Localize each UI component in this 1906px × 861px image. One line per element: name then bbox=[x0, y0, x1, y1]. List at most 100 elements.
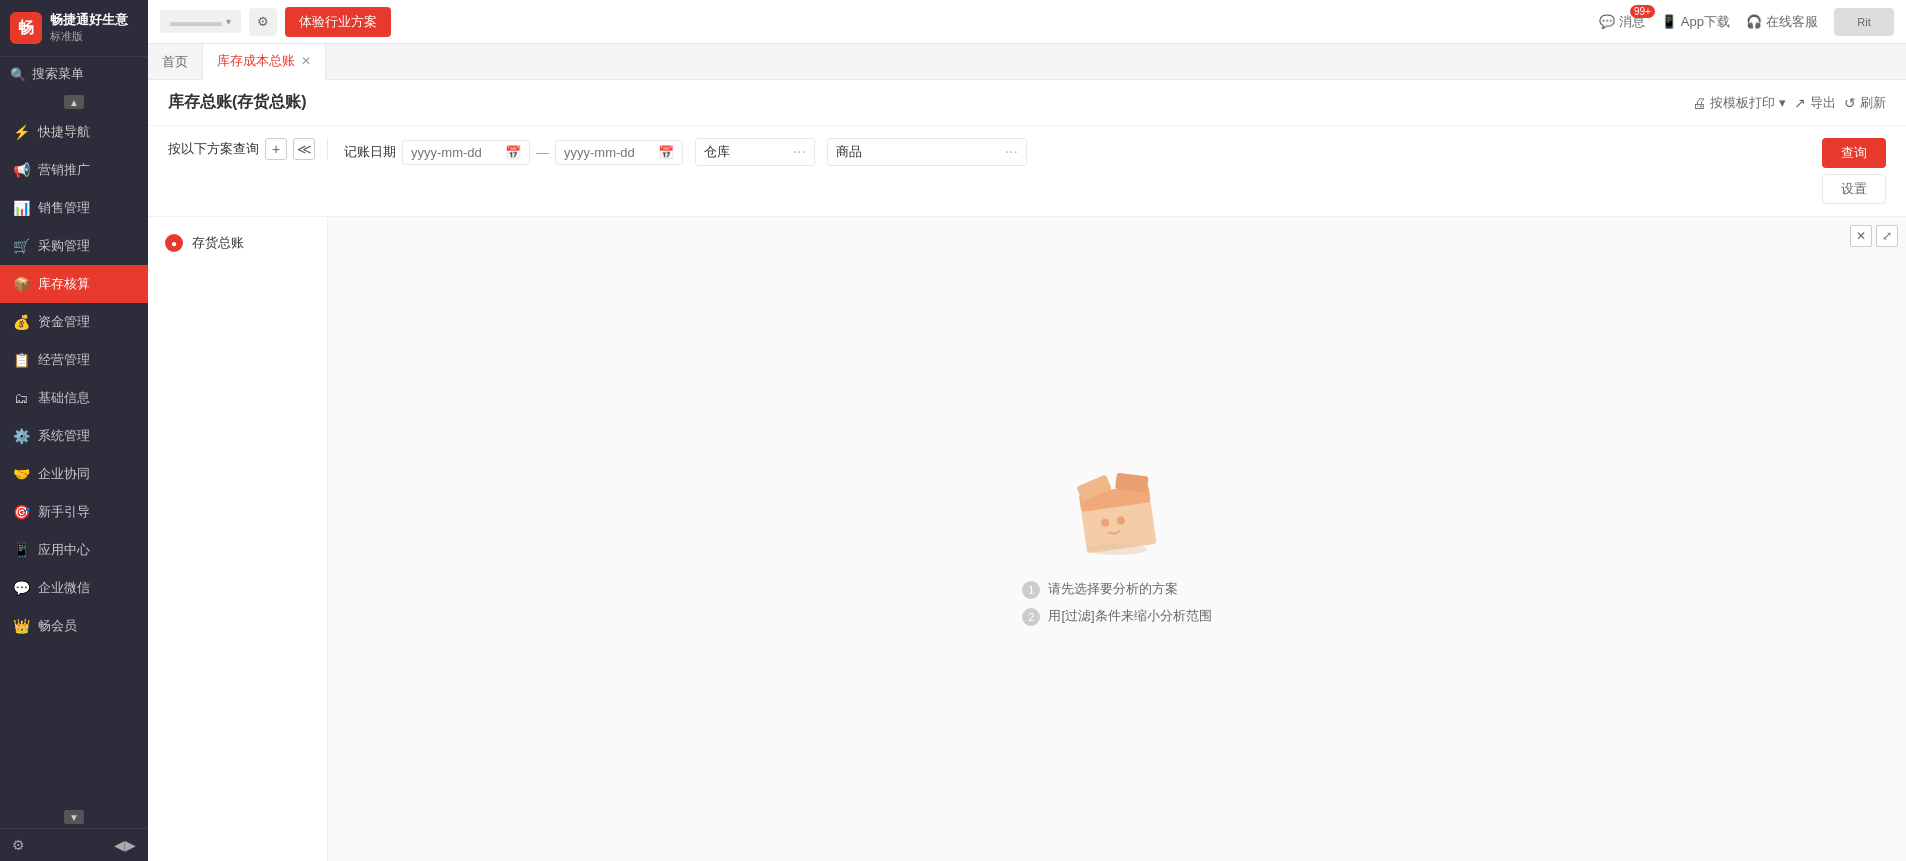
empty-svg-icon bbox=[1057, 444, 1177, 564]
export-button[interactable]: ↗ 导出 bbox=[1794, 94, 1836, 112]
empty-text: 1 请先选择要分析的方案 2 用[过滤]条件来缩小分析范围 bbox=[1022, 580, 1211, 634]
app-logo-icon: 畅 bbox=[10, 12, 42, 44]
sidebar-item-sales[interactable]: 📊 销售管理 bbox=[0, 189, 148, 227]
sidebar-item-basic[interactable]: 🗂 基础信息 bbox=[0, 379, 148, 417]
guide-icon: 🎯 bbox=[12, 503, 30, 521]
sidebar-logo: 畅 畅捷通好生意 标准版 bbox=[0, 0, 148, 57]
topbar: ▬▬▬▬ ▾ ⚙ 体验行业方案 💬 消息 99+ 📱 App下载 🎧 在线客服 … bbox=[148, 0, 1906, 44]
filter-warehouse-group: 仓库 ··· bbox=[695, 138, 815, 166]
purchase-icon: 🛒 bbox=[12, 237, 30, 255]
expand-icon: ⤢ bbox=[1882, 229, 1892, 243]
tabbar: 首页 库存成本总账 ✕ bbox=[148, 44, 1906, 80]
sidebar-item-quick-nav[interactable]: ⚡ 快捷导航 bbox=[0, 113, 148, 151]
panel-expand-button[interactable]: ⤢ bbox=[1876, 225, 1898, 247]
content-body: ● 存货总账 ✕ ⤢ bbox=[148, 217, 1906, 861]
topbar-message[interactable]: 💬 消息 99+ bbox=[1599, 13, 1645, 31]
enterprise-icon: 🤝 bbox=[12, 465, 30, 483]
data-area: ✕ ⤢ bbox=[328, 217, 1906, 861]
topbar-settings-button[interactable]: ⚙ bbox=[249, 8, 277, 36]
content-area: 库存总账(存货总账) 🖨 按模板打印 ▾ ↗ 导出 ↺ 刷新 bbox=[148, 80, 1906, 861]
scroll-up-arrow[interactable]: ▲ bbox=[64, 95, 84, 109]
date-end-input[interactable] bbox=[564, 145, 654, 160]
inventory-icon: 📦 bbox=[12, 275, 30, 293]
sidebar-scroll-up[interactable]: ▲ bbox=[0, 91, 148, 113]
headset-icon: 🎧 bbox=[1746, 14, 1762, 29]
tab-close-icon[interactable]: ✕ bbox=[301, 54, 311, 68]
member-icon: 👑 bbox=[12, 617, 30, 635]
print-button[interactable]: 🖨 按模板打印 ▾ bbox=[1692, 94, 1786, 112]
system-icon: ⚙️ bbox=[12, 427, 30, 445]
topbar-app-download[interactable]: 📱 App下载 bbox=[1661, 13, 1730, 31]
scroll-down-arrow[interactable]: ▼ bbox=[64, 810, 84, 824]
sidebar-item-wechat[interactable]: 💬 企业微信 bbox=[0, 569, 148, 607]
breadcrumb-chevron-icon: ▾ bbox=[226, 16, 231, 27]
goods-more-icon[interactable]: ··· bbox=[1005, 143, 1018, 161]
date-end-input-wrapper[interactable]: 📅 bbox=[555, 140, 683, 165]
sidebar-settings-btn[interactable]: ⚙ bbox=[12, 837, 25, 853]
scheme-sidebar: ● 存货总账 bbox=[148, 217, 328, 861]
message-icon: 💬 bbox=[1599, 14, 1615, 29]
warehouse-more-icon[interactable]: ··· bbox=[793, 143, 806, 161]
print-chevron-icon: ▾ bbox=[1779, 95, 1786, 110]
marketing-icon: 📢 bbox=[12, 161, 30, 179]
svg-point-6 bbox=[1087, 543, 1147, 555]
calendar-end-icon[interactable]: 📅 bbox=[658, 145, 674, 160]
sidebar-search[interactable]: 🔍 搜索菜单 bbox=[0, 57, 148, 91]
sidebar-item-guide[interactable]: 🎯 新手引导 bbox=[0, 493, 148, 531]
calendar-start-icon[interactable]: 📅 bbox=[505, 145, 521, 160]
sidebar-item-apps[interactable]: 📱 应用中心 bbox=[0, 531, 148, 569]
apps-icon: 📱 bbox=[12, 541, 30, 559]
sales-icon: 📊 bbox=[12, 199, 30, 217]
topbar-right: 💬 消息 99+ 📱 App下载 🎧 在线客服 Rit bbox=[1599, 8, 1894, 36]
scheme-item-stock-ledger[interactable]: ● 存货总账 bbox=[148, 225, 327, 261]
sidebar-item-purchase[interactable]: 🛒 采购管理 bbox=[0, 227, 148, 265]
tab-inventory-ledger[interactable]: 库存成本总账 ✕ bbox=[203, 44, 326, 80]
close-icon: ✕ bbox=[1856, 229, 1866, 243]
goods-select[interactable]: 商品 ··· bbox=[827, 138, 1027, 166]
topbar-breadcrumb[interactable]: ▬▬▬▬ ▾ bbox=[160, 10, 241, 33]
query-button[interactable]: 查询 bbox=[1822, 138, 1886, 168]
quick-nav-icon: ⚡ bbox=[12, 123, 30, 141]
empty-state: 1 请先选择要分析的方案 2 用[过滤]条件来缩小分析范围 bbox=[1022, 444, 1211, 634]
filter-add-button[interactable]: + bbox=[265, 138, 287, 160]
sidebar-item-system[interactable]: ⚙️ 系统管理 bbox=[0, 417, 148, 455]
date-start-input-wrapper[interactable]: 📅 bbox=[402, 140, 530, 165]
refresh-button[interactable]: ↺ 刷新 bbox=[1844, 94, 1886, 112]
panel-close-button[interactable]: ✕ bbox=[1850, 225, 1872, 247]
panel-controls: ✕ ⤢ bbox=[1850, 225, 1898, 247]
sidebar-item-finance[interactable]: 💰 资金管理 bbox=[0, 303, 148, 341]
print-icon: 🖨 bbox=[1692, 95, 1706, 111]
tab-home[interactable]: 首页 bbox=[148, 44, 203, 80]
sidebar-scroll-down[interactable]: ▼ bbox=[0, 806, 148, 828]
operations-icon: 📋 bbox=[12, 351, 30, 369]
sidebar-item-enterprise[interactable]: 🤝 企业协同 bbox=[0, 455, 148, 493]
filter-actions: 查询 设置 bbox=[1822, 138, 1886, 204]
date-field-label: 记账日期 bbox=[344, 143, 396, 161]
sidebar-item-member[interactable]: 👑 畅会员 bbox=[0, 607, 148, 645]
filter-goods-group: 商品 ··· bbox=[827, 138, 1027, 166]
topbar-online-service[interactable]: 🎧 在线客服 bbox=[1746, 13, 1818, 31]
filter-fields: 记账日期 📅 — 📅 仓库 ··· bbox=[328, 138, 1822, 166]
sidebar-item-marketing[interactable]: 📢 营销推广 bbox=[0, 151, 148, 189]
sidebar-collapse-btn[interactable]: ◀▶ bbox=[114, 837, 136, 853]
empty-step-1: 1 请先选择要分析的方案 bbox=[1022, 580, 1211, 599]
user-avatar[interactable]: Rit bbox=[1834, 8, 1894, 36]
sidebar-item-inventory[interactable]: 📦 库存核算 bbox=[0, 265, 148, 303]
filter-collapse-button[interactable]: ≪ bbox=[293, 138, 315, 160]
page-header-actions: 🖨 按模板打印 ▾ ↗ 导出 ↺ 刷新 bbox=[1692, 94, 1886, 112]
export-icon: ↗ bbox=[1794, 95, 1806, 111]
settings-button[interactable]: 设置 bbox=[1822, 174, 1886, 204]
industry-solution-button[interactable]: 体验行业方案 bbox=[285, 7, 391, 37]
sidebar-item-operations[interactable]: 📋 经营管理 bbox=[0, 341, 148, 379]
wechat-icon: 💬 bbox=[12, 579, 30, 597]
phone-icon: 📱 bbox=[1661, 14, 1677, 29]
basic-icon: 🗂 bbox=[12, 389, 30, 407]
date-start-input[interactable] bbox=[411, 145, 501, 160]
page-header: 库存总账(存货总账) 🖨 按模板打印 ▾ ↗ 导出 ↺ 刷新 bbox=[148, 80, 1906, 126]
message-badge: 99+ bbox=[1630, 5, 1655, 18]
warehouse-select[interactable]: 仓库 ··· bbox=[695, 138, 815, 166]
sidebar-footer: ⚙ ◀▶ bbox=[0, 828, 148, 861]
finance-icon: 💰 bbox=[12, 313, 30, 331]
sidebar: 畅 畅捷通好生意 标准版 🔍 搜索菜单 ▲ ⚡ 快捷导航 📢 营销推广 📊 销售… bbox=[0, 0, 148, 861]
main-area: ▬▬▬▬ ▾ ⚙ 体验行业方案 💬 消息 99+ 📱 App下载 🎧 在线客服 … bbox=[148, 0, 1906, 861]
